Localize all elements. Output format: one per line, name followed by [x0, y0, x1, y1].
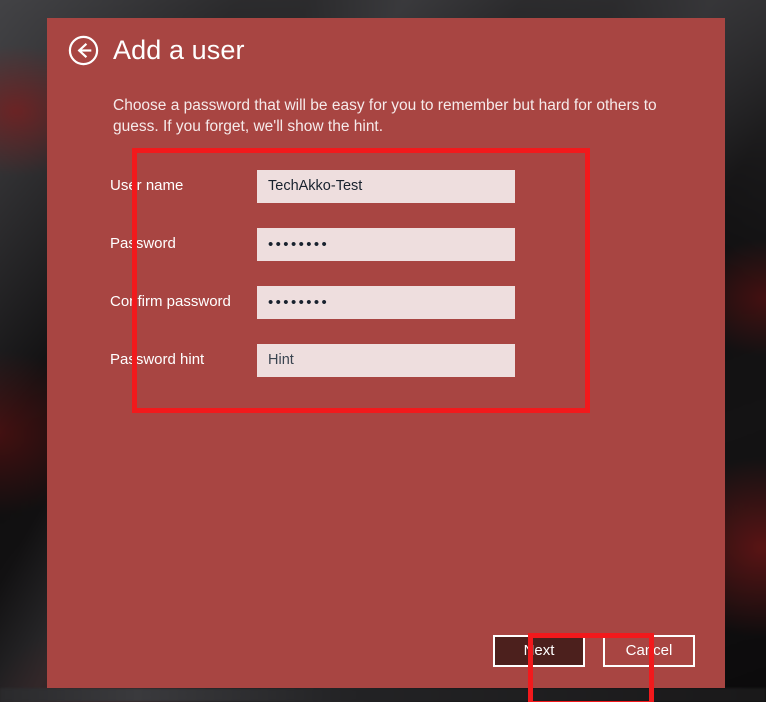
- dialog-button-bar: Next Cancel: [493, 635, 695, 667]
- label-user-name: User name: [110, 177, 184, 194]
- label-confirm-password: Confirm password: [110, 293, 231, 310]
- field-row-user-name: User name: [110, 168, 590, 204]
- field-row-password-hint: Password hint: [110, 342, 590, 378]
- add-user-form: User name Password Confirm password Pass…: [110, 168, 590, 400]
- dialog-description: Choose a password that will be easy for …: [113, 97, 657, 135]
- desktop-background-strip: [0, 688, 766, 702]
- dialog-header: Add a user: [68, 35, 245, 66]
- add-user-dialog: Add a user Choose a password that will b…: [47, 18, 725, 702]
- password-hint-input[interactable]: [257, 343, 515, 377]
- field-row-password: Password: [110, 226, 590, 262]
- field-row-confirm-password: Confirm password: [110, 284, 590, 320]
- next-button[interactable]: Next: [493, 635, 585, 667]
- page-title: Add a user: [113, 35, 245, 65]
- password-input[interactable]: [257, 227, 515, 261]
- cancel-button[interactable]: Cancel: [603, 635, 695, 667]
- confirm-password-input[interactable]: [257, 285, 515, 319]
- label-password: Password: [110, 235, 176, 252]
- back-arrow-circle-icon[interactable]: [68, 35, 99, 66]
- screen: Add a user Choose a password that will b…: [0, 0, 766, 702]
- label-password-hint: Password hint: [110, 351, 205, 368]
- user-name-input[interactable]: [257, 169, 515, 203]
